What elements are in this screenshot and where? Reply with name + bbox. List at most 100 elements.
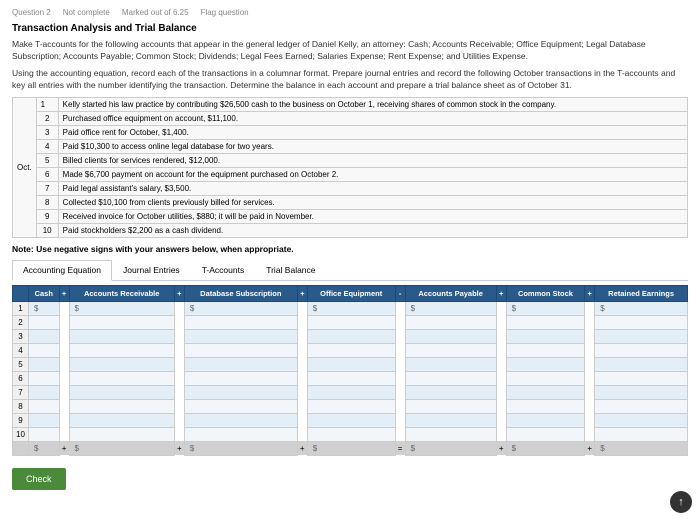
input-cell[interactable] xyxy=(506,413,585,427)
op-total: + xyxy=(59,441,69,455)
trans-text: Paid legal assistant's salary, $3,500. xyxy=(58,181,687,195)
tabs-bar: Accounting Equation Journal Entries T-Ac… xyxy=(12,260,688,281)
op-cell xyxy=(395,343,405,357)
input-cell[interactable] xyxy=(307,385,395,399)
op-cell xyxy=(59,343,69,357)
input-cell[interactable] xyxy=(184,371,297,385)
input-cell[interactable] xyxy=(29,399,60,413)
input-cell[interactable] xyxy=(184,343,297,357)
input-cell[interactable] xyxy=(184,357,297,371)
input-cell[interactable] xyxy=(69,399,174,413)
tab-trial-balance[interactable]: Trial Balance xyxy=(255,260,326,280)
input-cell[interactable] xyxy=(184,315,297,329)
op-total: + xyxy=(585,441,595,455)
input-cell[interactable] xyxy=(506,357,585,371)
input-cell[interactable] xyxy=(184,385,297,399)
op-cell xyxy=(59,329,69,343)
input-cell[interactable]: $ xyxy=(405,301,496,315)
input-cell[interactable] xyxy=(405,399,496,413)
op-cell xyxy=(174,399,184,413)
input-cell[interactable] xyxy=(595,427,688,441)
input-cell[interactable] xyxy=(29,343,60,357)
input-cell[interactable] xyxy=(29,385,60,399)
op-cell xyxy=(395,301,405,315)
op-cell xyxy=(59,301,69,315)
input-cell[interactable] xyxy=(69,413,174,427)
input-cell[interactable]: $ xyxy=(595,301,688,315)
question-num: Question 2 xyxy=(12,8,51,17)
input-cell[interactable] xyxy=(506,329,585,343)
input-cell[interactable] xyxy=(307,427,395,441)
input-cell[interactable] xyxy=(307,357,395,371)
total-cell: $ xyxy=(29,441,60,455)
input-cell[interactable] xyxy=(405,413,496,427)
input-cell[interactable] xyxy=(184,399,297,413)
input-cell[interactable] xyxy=(29,427,60,441)
input-cell[interactable] xyxy=(69,329,174,343)
input-cell[interactable] xyxy=(29,413,60,427)
input-cell[interactable] xyxy=(184,427,297,441)
input-cell[interactable] xyxy=(595,357,688,371)
header-cash: Cash xyxy=(29,285,60,301)
input-cell[interactable]: $ xyxy=(184,301,297,315)
input-cell[interactable] xyxy=(595,343,688,357)
input-cell[interactable] xyxy=(595,371,688,385)
tab-t-accounts[interactable]: T-Accounts xyxy=(191,260,256,280)
scroll-fab[interactable]: ↑ xyxy=(670,491,692,513)
input-cell[interactable]: $ xyxy=(69,301,174,315)
input-cell[interactable] xyxy=(405,315,496,329)
input-cell[interactable] xyxy=(506,315,585,329)
input-cell[interactable] xyxy=(69,371,174,385)
input-cell[interactable] xyxy=(405,371,496,385)
input-cell[interactable] xyxy=(29,329,60,343)
input-cell[interactable] xyxy=(405,357,496,371)
input-cell[interactable] xyxy=(307,399,395,413)
trans-num: 6 xyxy=(36,167,58,181)
op-total: + xyxy=(297,441,307,455)
input-cell[interactable] xyxy=(307,413,395,427)
header-re: Retained Earnings xyxy=(595,285,688,301)
input-cell[interactable] xyxy=(595,413,688,427)
input-cell[interactable] xyxy=(69,315,174,329)
input-cell[interactable] xyxy=(405,329,496,343)
input-cell[interactable] xyxy=(69,357,174,371)
input-cell[interactable] xyxy=(405,427,496,441)
input-cell[interactable]: $ xyxy=(506,301,585,315)
input-cell[interactable] xyxy=(595,399,688,413)
transactions-table: Oct.1Kelly started his law practice by c… xyxy=(12,97,688,238)
input-cell[interactable] xyxy=(506,343,585,357)
input-cell[interactable] xyxy=(307,343,395,357)
input-cell[interactable] xyxy=(29,357,60,371)
input-cell[interactable] xyxy=(506,427,585,441)
input-cell[interactable] xyxy=(184,413,297,427)
input-cell[interactable] xyxy=(29,371,60,385)
tab-journal-entries[interactable]: Journal Entries xyxy=(112,260,191,280)
input-cell[interactable]: $ xyxy=(307,301,395,315)
input-cell[interactable] xyxy=(307,315,395,329)
input-cell[interactable] xyxy=(506,371,585,385)
input-cell[interactable] xyxy=(595,329,688,343)
input-cell[interactable] xyxy=(307,329,395,343)
op-cell xyxy=(585,301,595,315)
tab-accounting-equation[interactable]: Accounting Equation xyxy=(12,260,112,281)
input-cell[interactable] xyxy=(307,371,395,385)
flag-link[interactable]: Flag question xyxy=(201,8,249,17)
input-cell[interactable] xyxy=(506,385,585,399)
input-cell[interactable]: $ xyxy=(29,301,60,315)
input-cell[interactable] xyxy=(69,385,174,399)
input-cell[interactable] xyxy=(69,343,174,357)
input-cell[interactable] xyxy=(29,315,60,329)
op-cell xyxy=(174,385,184,399)
check-button[interactable]: Check xyxy=(12,468,66,490)
input-cell[interactable] xyxy=(595,315,688,329)
input-cell[interactable] xyxy=(506,399,585,413)
op-plus: + xyxy=(174,285,184,301)
input-cell[interactable] xyxy=(184,329,297,343)
op-cell xyxy=(297,329,307,343)
op-cell xyxy=(395,315,405,329)
input-cell[interactable] xyxy=(595,385,688,399)
input-cell[interactable] xyxy=(405,385,496,399)
input-cell[interactable] xyxy=(405,343,496,357)
input-cell[interactable] xyxy=(69,427,174,441)
row-num: 9 xyxy=(13,413,29,427)
